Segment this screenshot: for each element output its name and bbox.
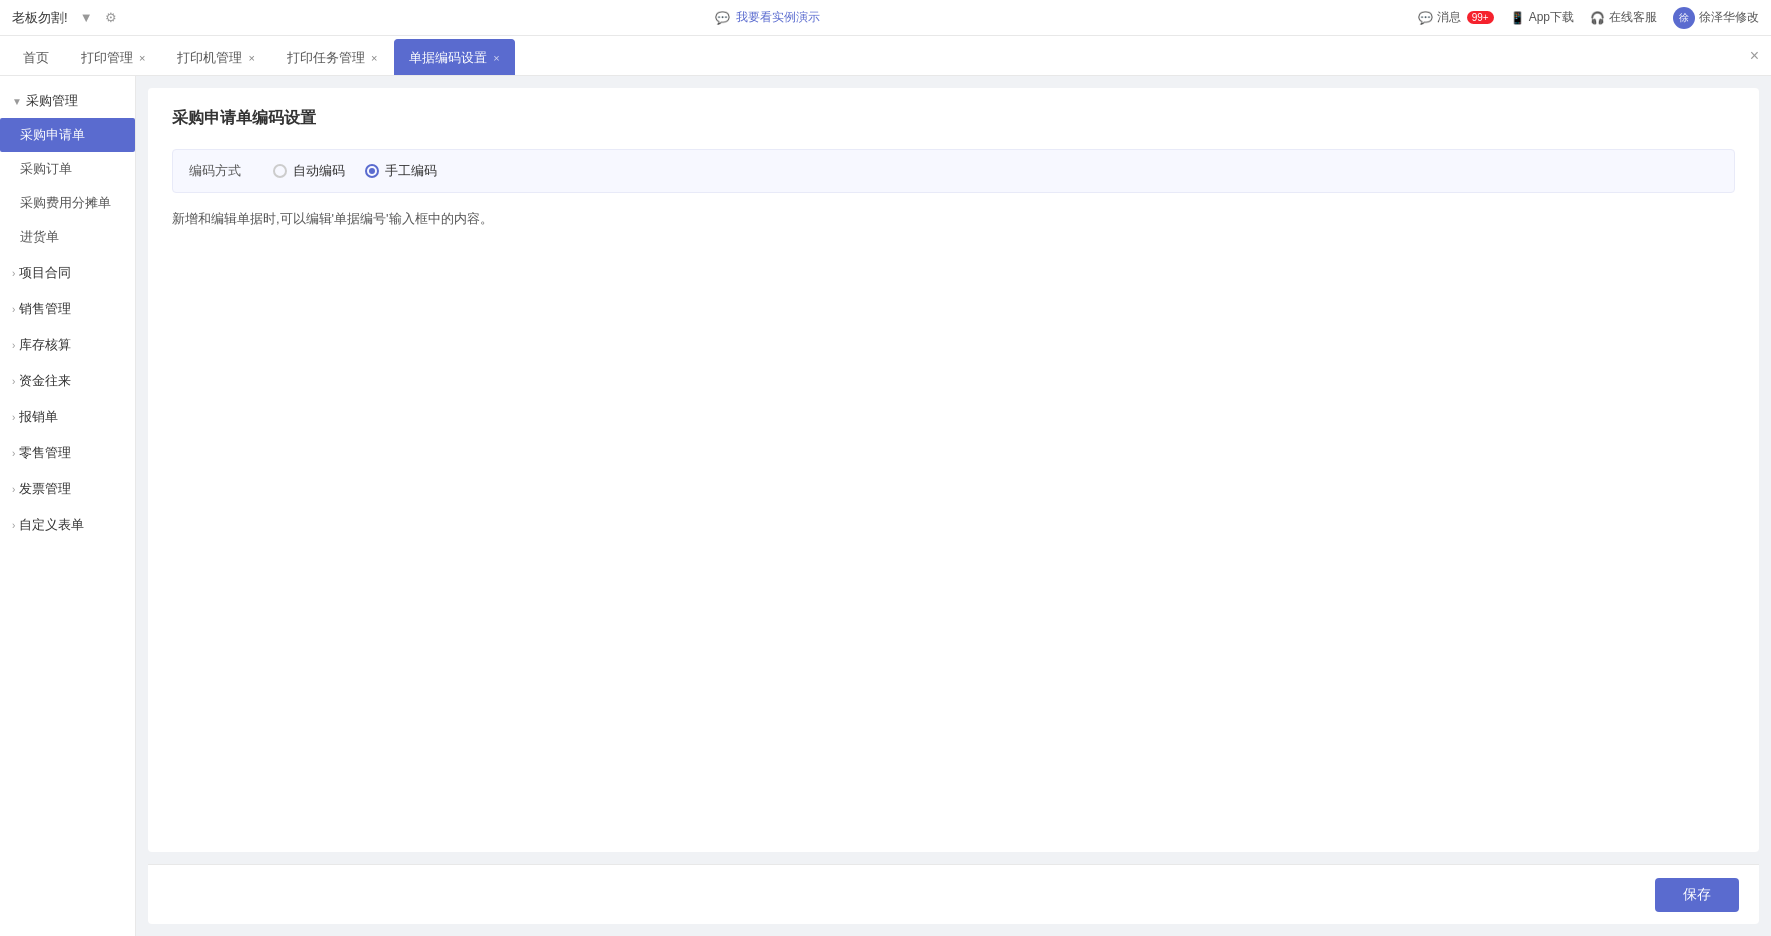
tab-print-mgmt-close[interactable]: × — [139, 52, 145, 64]
sidebar-group-label-inventory: 库存核算 — [19, 336, 71, 354]
service-icon: 🎧 — [1590, 11, 1605, 25]
tab-print-task-mgmt-close[interactable]: × — [371, 52, 377, 64]
arrow-right-icon-6: › — [12, 448, 15, 459]
content-area: 采购申请单编码设置 编码方式 自动编码 手工编码 — [136, 76, 1771, 936]
arrow-right-icon-7: › — [12, 484, 15, 495]
sidebar-item-label-purchase-request: 采购申请单 — [20, 127, 85, 142]
sidebar-group-label-returns: 报销单 — [19, 408, 58, 426]
sidebar-group-label-invoice-mgmt: 发票管理 — [19, 480, 71, 498]
arrow-right-icon-5: › — [12, 412, 15, 423]
sidebar-group-label-retail-mgmt: 零售管理 — [19, 444, 71, 462]
radio-auto-label: 自动编码 — [293, 162, 345, 180]
sidebar: ▼ 采购管理 采购申请单 采购订单 采购费用分摊单 进货单 › 项目合同 — [0, 76, 136, 936]
save-button[interactable]: 保存 — [1655, 878, 1739, 912]
sidebar-group-retail-mgmt: › 零售管理 — [0, 436, 135, 470]
arrow-down-icon: ▼ — [12, 96, 22, 107]
brand-label: 老板勿割! — [12, 9, 68, 27]
sidebar-item-label-inbound: 进货单 — [20, 229, 59, 244]
arrow-right-icon-1: › — [12, 268, 15, 279]
app-download-group[interactable]: 📱 App下载 — [1510, 9, 1574, 26]
tab-print-mgmt-label: 打印管理 — [81, 49, 133, 67]
tab-bar: 首页 打印管理 × 打印机管理 × 打印任务管理 × 单据编码设置 × × — [0, 36, 1771, 76]
sidebar-group-title-inventory[interactable]: › 库存核算 — [0, 328, 135, 362]
sidebar-item-purchase-order[interactable]: 采购订单 — [0, 152, 135, 186]
sidebar-item-label-purchase-order: 采购订单 — [20, 161, 72, 176]
arrow-right-icon-2: › — [12, 304, 15, 315]
tab-print-mgmt[interactable]: 打印管理 × — [66, 39, 160, 75]
demo-icon: 💬 — [715, 11, 730, 25]
user-avatar: 徐 — [1673, 7, 1695, 29]
sidebar-item-purchase-request[interactable]: 采购申请单 — [0, 118, 135, 152]
message-label: 消息 — [1437, 9, 1461, 26]
top-bar-right: 💬 消息 99+ 📱 App下载 🎧 在线客服 徐 徐泽华修改 — [1418, 7, 1759, 29]
sidebar-group-label-purchase-mgmt: 采购管理 — [26, 92, 78, 110]
content-main: 采购申请单编码设置 编码方式 自动编码 手工编码 — [148, 88, 1759, 852]
tab-print-task-mgmt[interactable]: 打印任务管理 × — [272, 39, 392, 75]
tab-home-label: 首页 — [23, 49, 49, 67]
page-title: 采购申请单编码设置 — [172, 108, 1735, 129]
tab-single-code-settings-label: 单据编码设置 — [409, 49, 487, 67]
message-group[interactable]: 💬 消息 99+ — [1418, 9, 1494, 26]
arrow-right-icon-8: › — [12, 520, 15, 531]
tab-printer-mgmt-label: 打印机管理 — [177, 49, 242, 67]
close-all-tabs-icon[interactable]: × — [1750, 47, 1759, 65]
description-text: 新增和编辑单据时,可以编辑'单据编号'输入框中的内容。 — [172, 209, 1735, 230]
online-service-group[interactable]: 🎧 在线客服 — [1590, 9, 1657, 26]
main-layout: ▼ 采购管理 采购申请单 采购订单 采购费用分摊单 进货单 › 项目合同 — [0, 76, 1771, 936]
encoding-radio-group: 自动编码 手工编码 — [273, 162, 437, 180]
dropdown-icon[interactable]: ▼ — [80, 10, 93, 25]
sidebar-group-custom-form: › 自定义表单 — [0, 508, 135, 542]
tab-print-task-mgmt-label: 打印任务管理 — [287, 49, 365, 67]
user-group[interactable]: 徐 徐泽华修改 — [1673, 7, 1759, 29]
sidebar-group-title-retail-mgmt[interactable]: › 零售管理 — [0, 436, 135, 470]
sidebar-group-invoice-mgmt: › 发票管理 — [0, 472, 135, 506]
message-icon: 💬 — [1418, 11, 1433, 25]
tab-home[interactable]: 首页 — [8, 39, 64, 75]
tab-printer-mgmt[interactable]: 打印机管理 × — [162, 39, 269, 75]
tab-printer-mgmt-close[interactable]: × — [248, 52, 254, 64]
arrow-right-icon-3: › — [12, 340, 15, 351]
sidebar-item-inbound[interactable]: 进货单 — [0, 220, 135, 254]
app-download-label: App下载 — [1529, 9, 1574, 26]
radio-manual-label: 手工编码 — [385, 162, 437, 180]
arrow-right-icon-4: › — [12, 376, 15, 387]
settings-icon[interactable]: ⚙ — [105, 10, 117, 25]
top-bar: 老板勿割! ▼ ⚙ 💬 我要看实例演示 💬 消息 99+ 📱 App下载 🎧 在… — [0, 0, 1771, 36]
app-icon: 📱 — [1510, 11, 1525, 25]
sidebar-group-title-returns[interactable]: › 报销单 — [0, 400, 135, 434]
sidebar-group-sales-mgmt: › 销售管理 — [0, 292, 135, 326]
sidebar-group-capital: › 资金往来 — [0, 364, 135, 398]
sidebar-group-purchase-mgmt: ▼ 采购管理 采购申请单 采购订单 采购费用分摊单 进货单 — [0, 84, 135, 254]
sidebar-group-title-purchase-mgmt[interactable]: ▼ 采购管理 — [0, 84, 135, 118]
sidebar-group-label-capital: 资金往来 — [19, 372, 71, 390]
encoding-label: 编码方式 — [189, 162, 249, 180]
sidebar-group-returns: › 报销单 — [0, 400, 135, 434]
radio-manual-encoding[interactable]: 手工编码 — [365, 162, 437, 180]
radio-auto-encoding[interactable]: 自动编码 — [273, 162, 345, 180]
sidebar-group-title-capital[interactable]: › 资金往来 — [0, 364, 135, 398]
sidebar-group-project-contract: › 项目合同 — [0, 256, 135, 290]
sidebar-item-label-purchase-expense: 采购费用分摊单 — [20, 195, 111, 210]
sidebar-group-inventory: › 库存核算 — [0, 328, 135, 362]
sidebar-group-label-sales-mgmt: 销售管理 — [19, 300, 71, 318]
top-bar-left: 老板勿割! ▼ ⚙ — [12, 9, 117, 27]
sidebar-group-title-project-contract[interactable]: › 项目合同 — [0, 256, 135, 290]
online-service-label: 在线客服 — [1609, 9, 1657, 26]
tab-single-code-settings[interactable]: 单据编码设置 × — [394, 39, 514, 75]
sidebar-group-label-project-contract: 项目合同 — [19, 264, 71, 282]
demo-text[interactable]: 我要看实例演示 — [736, 9, 820, 26]
radio-circle-manual — [365, 164, 379, 178]
tab-single-code-settings-close[interactable]: × — [493, 52, 499, 64]
sidebar-item-purchase-expense[interactable]: 采购费用分摊单 — [0, 186, 135, 220]
radio-circle-auto — [273, 164, 287, 178]
encoding-row: 编码方式 自动编码 手工编码 — [172, 149, 1735, 193]
top-bar-center: 💬 我要看实例演示 — [715, 9, 820, 26]
sidebar-group-title-sales-mgmt[interactable]: › 销售管理 — [0, 292, 135, 326]
sidebar-group-title-custom-form[interactable]: › 自定义表单 — [0, 508, 135, 542]
sidebar-group-label-custom-form: 自定义表单 — [19, 516, 84, 534]
message-badge: 99+ — [1467, 11, 1494, 24]
footer-bar: 保存 — [148, 864, 1759, 924]
sidebar-group-title-invoice-mgmt[interactable]: › 发票管理 — [0, 472, 135, 506]
user-name: 徐泽华修改 — [1699, 9, 1759, 26]
